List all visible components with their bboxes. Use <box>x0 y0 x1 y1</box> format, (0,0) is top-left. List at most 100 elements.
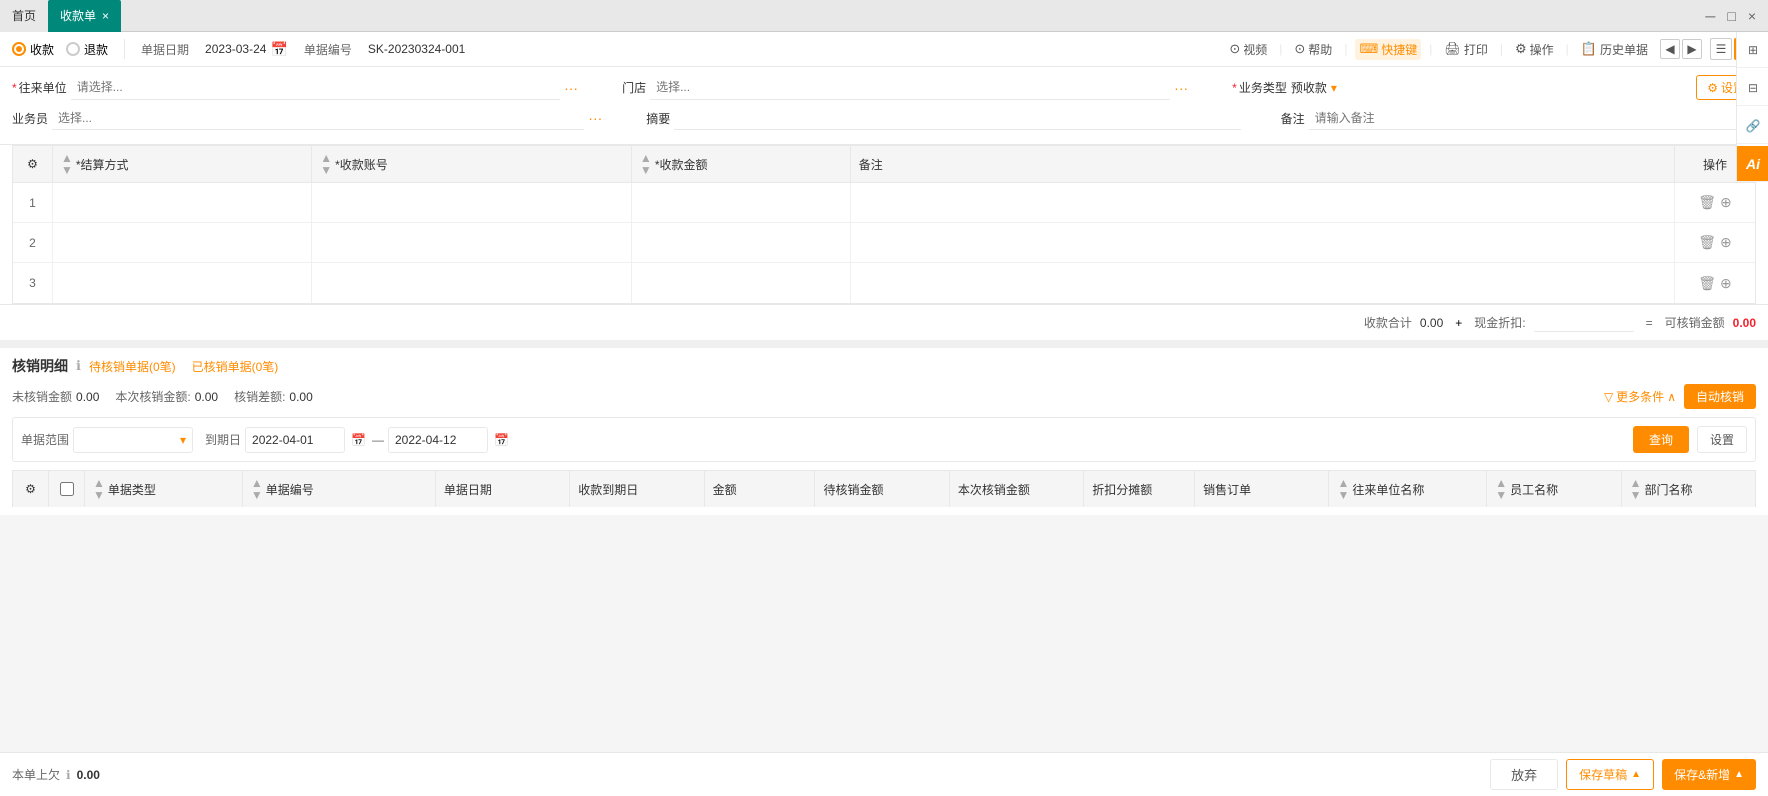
save-draft-arrow: ▲ <box>1631 769 1641 780</box>
sort-account[interactable]: ▲▼ <box>320 152 332 176</box>
right-table-icon[interactable]: ⊞ <box>1737 32 1768 68</box>
account-cell-2[interactable] <box>312 223 632 262</box>
calendar-to-icon[interactable]: 📅 <box>494 433 509 447</box>
store-more-btn[interactable]: ··· <box>1170 80 1192 96</box>
summary-input[interactable] <box>674 106 1240 130</box>
writeoff-actions: ▽ 更多条件 ∧ 自动核销 <box>1604 384 1756 409</box>
wo-th-check <box>49 471 85 507</box>
salesperson-more-btn[interactable]: ··· <box>584 110 606 126</box>
date-from-input[interactable] <box>245 427 345 453</box>
tab-home[interactable]: 首页 <box>0 0 48 32</box>
tab-receipt[interactable]: 收款单 × <box>48 0 121 32</box>
business-type-arrow[interactable]: ▾ <box>1331 81 1337 95</box>
form-area: * 往来单位 ··· 门店 ··· * 业务类型 预收款 ▾ <box>0 67 1768 145</box>
sort-docno[interactable]: ▲▼ <box>251 477 263 501</box>
due-date-filter: 到期日 📅 — 📅 <box>205 427 511 453</box>
account-cell-1[interactable] <box>312 183 632 222</box>
calendar-from-icon[interactable]: 📅 <box>351 433 366 447</box>
history-btn[interactable]: 📋 历史单据 <box>1577 39 1652 60</box>
doc-date-field: 单据日期 2023-03-24 📅 <box>141 41 288 58</box>
nav-next[interactable]: ▶ <box>1682 39 1702 59</box>
divider1 <box>124 39 125 59</box>
action-cell-1: 🗑 ⊕ <box>1675 183 1755 222</box>
sort-type[interactable]: ▲▼ <box>93 477 105 501</box>
remark-cell-2[interactable] <box>851 223 1675 262</box>
form-row-1: * 往来单位 ··· 门店 ··· * 业务类型 预收款 ▾ <box>12 75 1756 100</box>
remark-cell-1[interactable] <box>851 183 1675 222</box>
right-ai-icon[interactable]: Ai <box>1737 146 1768 182</box>
save-draft-btn[interactable]: 保存草稿 ▲ <box>1566 759 1654 790</box>
counterparty-field: * 往来单位 ··· <box>12 76 582 100</box>
tab-close-icon[interactable]: × <box>102 9 109 23</box>
receipt-radio-dot <box>12 42 26 56</box>
amount-cell-3[interactable] <box>632 263 851 303</box>
copy-icon-2[interactable]: ⊕ <box>1720 234 1732 251</box>
delete-icon-2[interactable]: 🗑 <box>1698 234 1716 251</box>
amount-cell-2[interactable] <box>632 223 851 262</box>
minimize-icon[interactable]: ─ <box>1701 6 1719 26</box>
range-select[interactable]: ▾ <box>73 427 193 453</box>
amount-cell-1[interactable] <box>632 183 851 222</box>
query-btn[interactable]: 查询 <box>1633 426 1689 453</box>
wo-th-writeoff: 本次核销金额 <box>950 471 1084 507</box>
sort-counterparty[interactable]: ▲▼ <box>1337 477 1349 501</box>
shortcut-btn[interactable]: ⌨ 快捷键 <box>1355 39 1421 60</box>
maximize-icon[interactable]: □ <box>1723 6 1739 26</box>
video-btn[interactable]: ⊙ 视频 <box>1225 39 1271 60</box>
store-input[interactable] <box>650 76 1170 100</box>
select-all-checkbox[interactable] <box>60 482 74 496</box>
list-view-btn[interactable]: ☰ <box>1710 38 1732 60</box>
receipt-table: ⚙ ▲▼ *结算方式 ▲▼ *收款账号 ▲▼ *收款金额 备注 操作 1 <box>12 145 1756 304</box>
pending-tab[interactable]: 待核销单据(0笔) <box>89 358 176 375</box>
nav-arrows: ◀ ▶ <box>1660 39 1702 59</box>
right-link-icon[interactable]: 🔗 <box>1737 108 1768 144</box>
delete-icon-3[interactable]: 🗑 <box>1698 275 1716 292</box>
more-conditions-btn[interactable]: ▽ 更多条件 ∧ <box>1604 388 1676 405</box>
done-tab[interactable]: 已核销单据(0笔) <box>192 358 279 375</box>
auto-writeoff-btn[interactable]: 自动核销 <box>1684 384 1756 409</box>
help-btn[interactable]: ⊙ 帮助 <box>1290 39 1336 60</box>
counterparty-input[interactable] <box>71 76 560 100</box>
operation-btn[interactable]: ⚙ 操作 <box>1511 39 1558 60</box>
receipt-radio[interactable]: 收款 <box>12 41 54 58</box>
date-to-input[interactable] <box>388 427 488 453</box>
settlement-cell-3[interactable] <box>53 263 312 303</box>
copy-icon-3[interactable]: ⊕ <box>1720 275 1732 292</box>
nav-prev[interactable]: ◀ <box>1660 39 1680 59</box>
table-header: ⚙ ▲▼ *结算方式 ▲▼ *收款账号 ▲▼ *收款金额 备注 操作 <box>13 146 1755 183</box>
delete-icon-1[interactable]: 🗑 <box>1698 194 1716 211</box>
sort-dept[interactable]: ▲▼ <box>1630 477 1642 501</box>
th-remark: 备注 <box>851 146 1675 182</box>
sort-amount[interactable]: ▲▼ <box>640 152 652 176</box>
abandon-btn[interactable]: 放弃 <box>1490 759 1558 790</box>
info-icon[interactable]: ℹ <box>76 358 81 374</box>
refund-radio[interactable]: 退款 <box>66 41 108 58</box>
filter-settings-btn[interactable]: 设置 <box>1697 426 1747 453</box>
print-btn[interactable]: 🖨 打印 <box>1440 39 1492 60</box>
refund-radio-dot <box>66 42 80 56</box>
settlement-cell-2[interactable] <box>53 223 312 262</box>
salesperson-input[interactable] <box>52 106 584 130</box>
counterparty-more-btn[interactable]: ··· <box>560 80 582 96</box>
summary-field: 摘要 <box>646 106 1240 130</box>
calendar-icon[interactable]: 📅 <box>270 41 287 58</box>
th-gear[interactable]: ⚙ <box>13 146 53 182</box>
save-new-btn[interactable]: 保存&新增 ▲ <box>1662 759 1756 790</box>
close-icon[interactable]: × <box>1744 6 1760 26</box>
wo-th-duedate: 收款到期日 <box>570 471 704 507</box>
discount-input[interactable] <box>1534 313 1634 332</box>
remark-input[interactable] <box>1309 106 1756 130</box>
account-cell-3[interactable] <box>312 263 632 303</box>
sort-employee[interactable]: ▲▼ <box>1495 477 1507 501</box>
right-doc-icon[interactable]: ⊟ <box>1737 70 1768 106</box>
settlement-cell-1[interactable] <box>53 183 312 222</box>
copy-icon-1[interactable]: ⊕ <box>1720 194 1732 211</box>
bottom-info: 本单上欠 ℹ 0.00 <box>12 766 100 783</box>
sort-settlement[interactable]: ▲▼ <box>61 152 73 176</box>
salesperson-field: 业务员 ··· <box>12 106 606 130</box>
wo-th-employee: ▲▼ 员工名称 <box>1487 471 1621 507</box>
remark-cell-3[interactable] <box>851 263 1675 303</box>
business-type-field: * 业务类型 预收款 ▾ <box>1232 79 1688 96</box>
wo-th-gear[interactable]: ⚙ <box>13 471 49 507</box>
summary-row: 未核销金额 0.00 本次核销金额: 0.00 核销差额: 0.00 ▽ 更多条… <box>12 384 1756 409</box>
